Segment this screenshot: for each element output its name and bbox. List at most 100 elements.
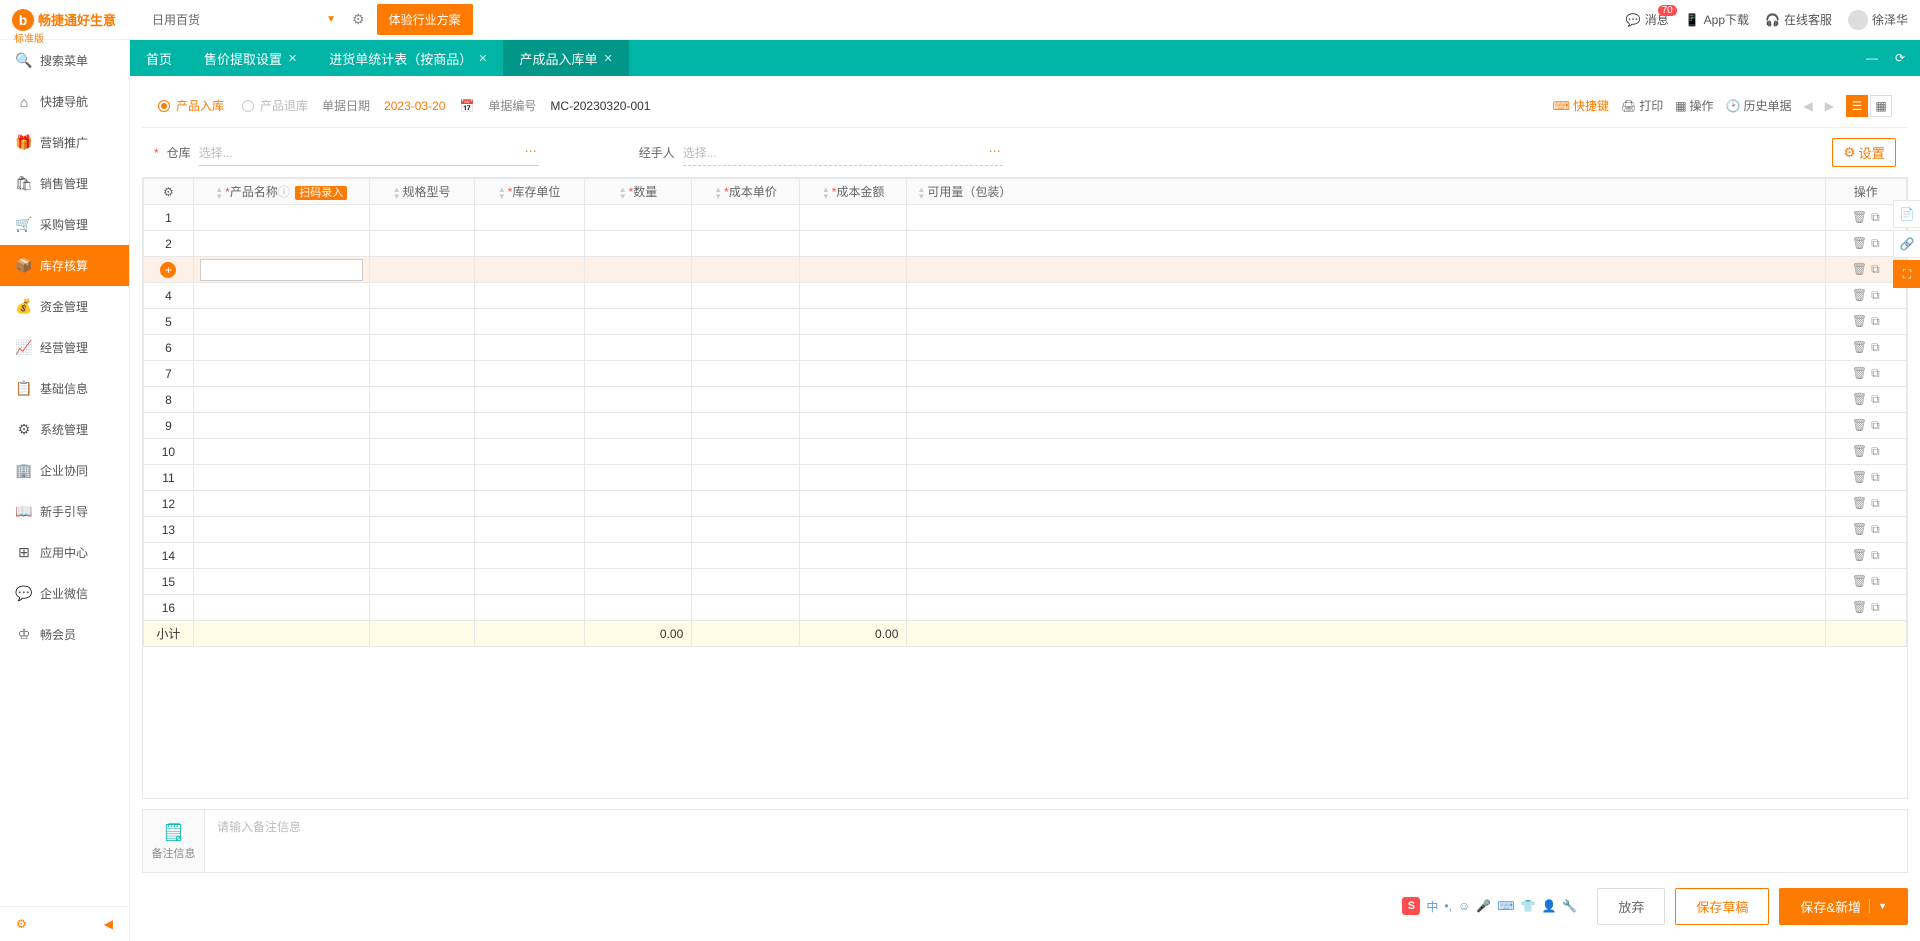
copy-row-icon[interactable]: ⧉ [1871,470,1880,484]
amount-cell[interactable] [799,231,907,257]
warehouse-input[interactable]: 选择... ⋯ [199,140,539,166]
amount-cell[interactable] [799,465,907,491]
table-row[interactable]: 5🗑⧉ [144,309,1907,335]
delete-row-icon[interactable]: 🗑 [1852,366,1867,380]
experience-plan-button[interactable]: 体验行业方案 [377,4,473,35]
table-row[interactable]: 2🗑⧉ [144,231,1907,257]
unit-cell[interactable] [474,309,584,335]
sidebar-item-11[interactable]: 📖新手引导 [0,491,129,532]
qty-cell[interactable] [584,231,692,257]
copy-row-icon[interactable]: ⧉ [1871,574,1880,588]
spec-cell[interactable] [369,465,474,491]
spec-cell[interactable] [369,569,474,595]
spec-cell[interactable] [369,595,474,621]
product-name-cell[interactable] [193,491,369,517]
ime-skin-icon[interactable]: 👕 [1521,899,1536,913]
copy-row-icon[interactable]: ⧉ [1871,600,1880,614]
copy-row-icon[interactable]: ⧉ [1871,444,1880,458]
remarks-tab[interactable]: 🗒 备注信息 [143,810,205,872]
shortcut-button[interactable]: ⌨ 快捷键 [1553,97,1609,114]
product-name-cell[interactable] [193,543,369,569]
price-cell[interactable] [692,335,800,361]
col-price-header[interactable]: ▲▼*成本单价 [692,179,800,205]
price-cell[interactable] [692,361,800,387]
ime-tool-icon[interactable]: 🔧 [1562,899,1577,913]
copy-row-icon[interactable]: ⧉ [1871,340,1880,354]
tab-2[interactable]: 进货单统计表（按商品）✕ [313,40,503,76]
product-name-cell[interactable] [193,335,369,361]
delete-row-icon[interactable]: 🗑 [1852,496,1867,510]
amount-cell[interactable] [799,413,907,439]
amount-cell[interactable] [799,361,907,387]
unit-cell[interactable] [474,257,584,283]
amount-cell[interactable] [799,569,907,595]
tab-1[interactable]: 售价提取设置✕ [188,40,313,76]
tab-3[interactable]: 产成品入库单✕ [503,40,628,76]
table-row[interactable]: 14🗑⧉ [144,543,1907,569]
qty-cell[interactable] [584,439,692,465]
sidebar-item-3[interactable]: 🛍销售管理 [0,163,129,204]
ime-user-icon[interactable]: 👤 [1541,899,1556,913]
radio-product-in[interactable] [158,100,170,112]
price-cell[interactable] [692,439,800,465]
product-name-cell[interactable] [193,283,369,309]
product-name-cell[interactable] [193,205,369,231]
tabs-refresh-button[interactable]: ⟳ [1888,46,1912,70]
qty-cell[interactable] [584,413,692,439]
qty-cell[interactable] [584,283,692,309]
tab-close-icon[interactable]: ✕ [288,52,297,65]
price-cell[interactable] [692,205,800,231]
price-cell[interactable] [692,595,800,621]
unit-cell[interactable] [474,205,584,231]
table-row[interactable]: 12🗑⧉ [144,491,1907,517]
qty-cell[interactable] [584,517,692,543]
table-row[interactable]: 15🗑⧉ [144,569,1907,595]
sidebar-item-0[interactable]: 🔍搜索菜单 [0,40,129,81]
delete-row-icon[interactable]: 🗑 [1852,340,1867,354]
copy-row-icon[interactable]: ⧉ [1871,548,1880,562]
spec-cell[interactable] [369,517,474,543]
sidebar-item-8[interactable]: 📋基础信息 [0,368,129,409]
qty-cell[interactable] [584,387,692,413]
calendar-icon[interactable]: 📅 [459,99,474,113]
delete-row-icon[interactable]: 🗑 [1852,522,1867,536]
history-button[interactable]: 🕑 历史单据 [1726,97,1792,114]
col-unit-header[interactable]: ▲▼*库存单位 [474,179,584,205]
ime-icon[interactable]: S [1402,897,1420,915]
col-settings-header[interactable]: ⚙ [144,179,194,205]
sidebar-item-13[interactable]: 💬企业微信 [0,573,129,614]
unit-cell[interactable] [474,491,584,517]
col-spec-header[interactable]: ▲▼规格型号 [369,179,474,205]
price-cell[interactable] [692,517,800,543]
spec-cell[interactable] [369,231,474,257]
gear-icon[interactable]: ⚙ [352,11,365,28]
price-cell[interactable] [692,569,800,595]
sidebar-item-6[interactable]: 💰资金管理 [0,286,129,327]
product-name-cell[interactable] [193,309,369,335]
spec-cell[interactable] [369,413,474,439]
spec-cell[interactable] [369,335,474,361]
copy-row-icon[interactable]: ⧉ [1871,262,1880,276]
product-name-cell[interactable] [193,231,369,257]
delete-row-icon[interactable]: 🗑 [1852,314,1867,328]
unit-cell[interactable] [474,517,584,543]
copy-row-icon[interactable]: ⧉ [1871,236,1880,250]
table-row[interactable]: 8🗑⧉ [144,387,1907,413]
delete-row-icon[interactable]: 🗑 [1852,470,1867,484]
unit-cell[interactable] [474,283,584,309]
product-name-cell[interactable] [193,569,369,595]
spec-cell[interactable] [369,439,474,465]
col-amount-header[interactable]: ▲▼*成本金额 [799,179,907,205]
table-row[interactable]: 7🗑⧉ [144,361,1907,387]
product-name-cell[interactable] [193,387,369,413]
amount-cell[interactable] [799,205,907,231]
amount-cell[interactable] [799,387,907,413]
col-name-header[interactable]: ▲▼*产品名称ⓘ 扫码录入 [193,179,369,205]
table-row[interactable]: 10🗑⧉ [144,439,1907,465]
sidebar-item-2[interactable]: 🎁营销推广 [0,122,129,163]
copy-row-icon[interactable]: ⧉ [1871,210,1880,224]
spec-cell[interactable] [369,491,474,517]
col-available-header[interactable]: ▲▼可用量（包装） [907,179,1825,205]
amount-cell[interactable] [799,439,907,465]
unit-cell[interactable] [474,387,584,413]
